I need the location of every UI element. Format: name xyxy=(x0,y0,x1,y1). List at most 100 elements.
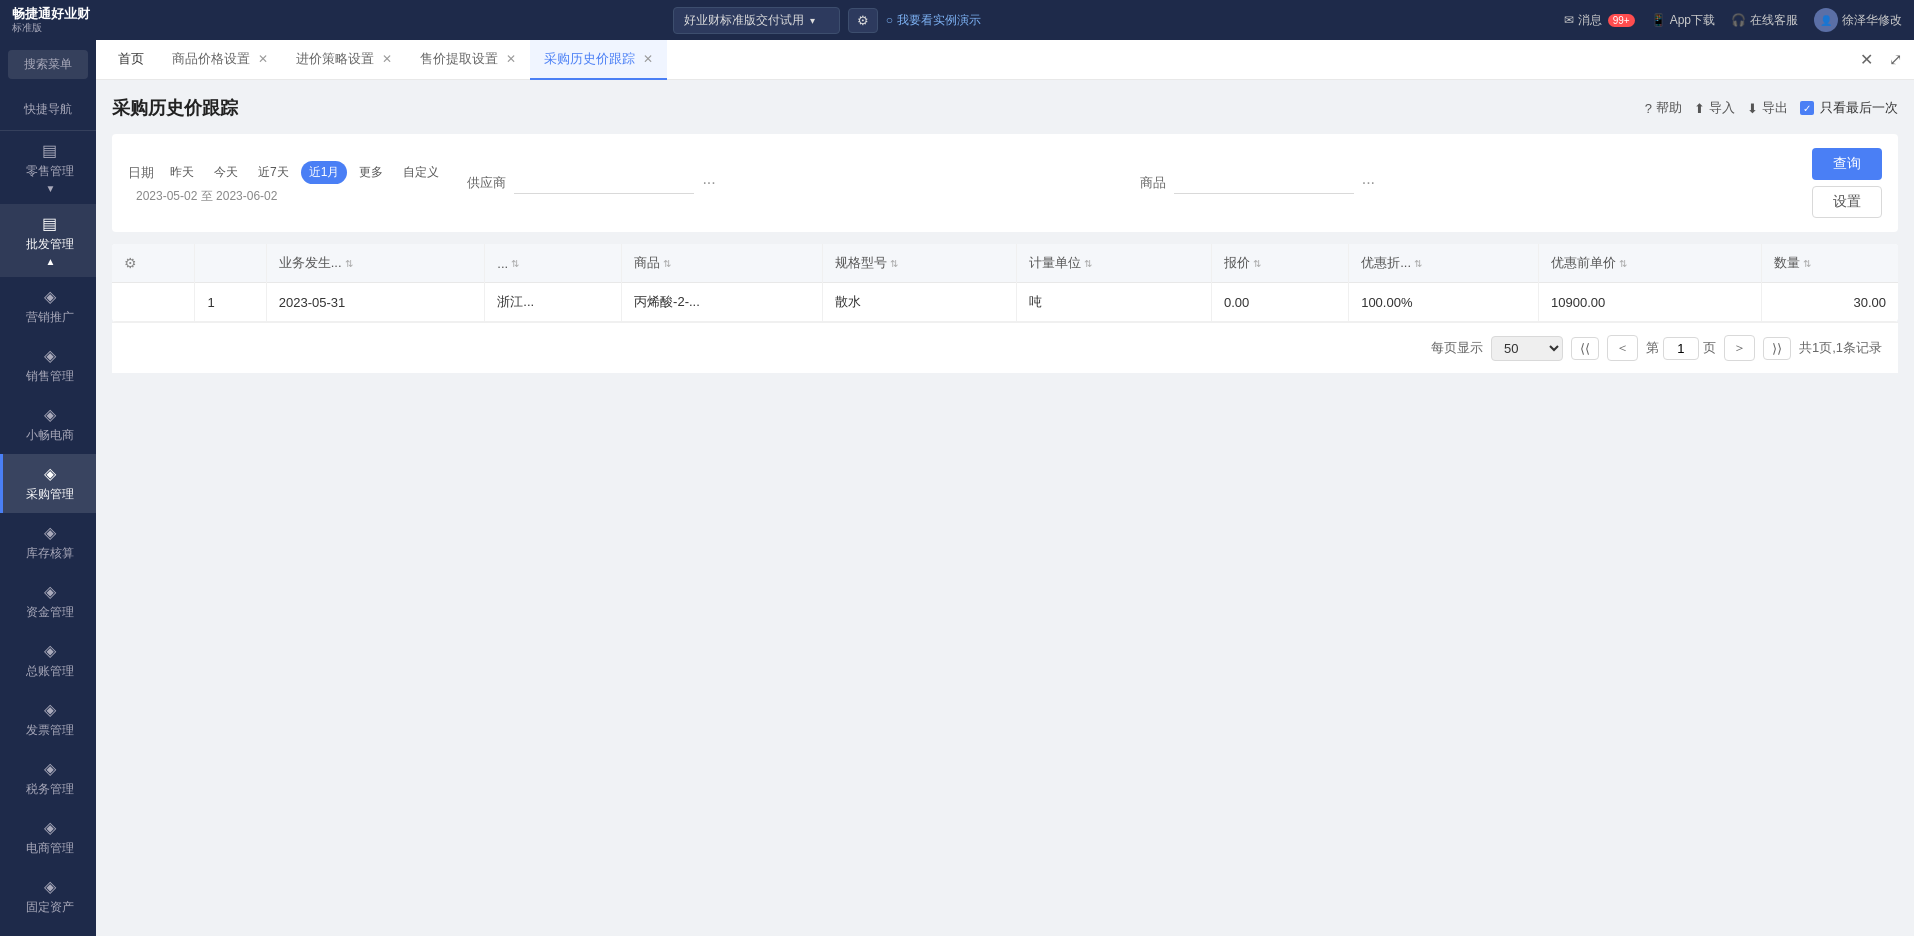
chevron-icon-retail: ▼ xyxy=(46,183,56,194)
sidebar-item-marketing[interactable]: ◈营销推广 xyxy=(0,277,96,336)
sidebar-item-label-purchase: 采购管理 xyxy=(26,486,74,503)
tab-home[interactable]: 首页 xyxy=(104,40,158,80)
sidebar-item-salary[interactable]: ◈工资 xyxy=(0,926,96,936)
close-tab-button[interactable]: ✕ xyxy=(1856,46,1877,73)
cell-biz-date-0: 2023-05-31 xyxy=(266,283,485,322)
user-name: 徐泽华修改 xyxy=(1842,12,1902,29)
export-button[interactable]: ⬇ 导出 xyxy=(1747,99,1788,117)
th-unit-label: 计量单位 xyxy=(1029,254,1081,272)
sort-pre-discount-price-icon[interactable]: ⇅ xyxy=(1619,258,1627,269)
column-gear-icon[interactable]: ⚙ xyxy=(124,255,137,271)
menu-icon-marketing: ◈ xyxy=(44,287,56,306)
sidebar-item-inventory[interactable]: ◈库存核算 xyxy=(0,513,96,572)
sidebar-item-retail[interactable]: ▤零售管理▼ xyxy=(0,131,96,204)
sort-unit-icon[interactable]: ⇅ xyxy=(1084,258,1092,269)
last-page-button[interactable]: ⟩⟩ xyxy=(1763,337,1791,360)
goods-more-icon[interactable]: ··· xyxy=(1362,174,1375,192)
date-option-今天[interactable]: 今天 xyxy=(206,161,246,184)
sort-biz-date-icon[interactable]: ⇅ xyxy=(345,258,353,269)
th-quantity: 数量 ⇅ xyxy=(1762,244,1898,283)
sort-goods-icon[interactable]: ⇅ xyxy=(663,258,671,269)
sidebar-item-tax[interactable]: ◈税务管理 xyxy=(0,749,96,808)
only-last-checkbox[interactable]: ✓ xyxy=(1800,101,1814,115)
sidebar-item-label-ecom-small: 小畅电商 xyxy=(26,427,74,444)
only-last-checkbox-label[interactable]: ✓ 只看最后一次 xyxy=(1800,99,1898,117)
table-header: ⚙ 业务发生... ⇅ ... ⇅ xyxy=(112,244,1898,283)
page-size-select[interactable]: 50 100 200 xyxy=(1491,336,1563,361)
avatar-icon: 👤 xyxy=(1820,15,1832,26)
sort-discount-icon[interactable]: ⇅ xyxy=(1414,258,1422,269)
query-button[interactable]: 查询 xyxy=(1812,148,1882,180)
sidebar-item-sales[interactable]: ◈销售管理 xyxy=(0,336,96,395)
date-option-近1月[interactable]: 近1月 xyxy=(301,161,348,184)
page-current-wrap: 第 页 xyxy=(1646,337,1716,360)
tab-label-home: 首页 xyxy=(118,50,144,68)
avatar: 👤 xyxy=(1814,8,1838,32)
next-page-button[interactable]: ＞ xyxy=(1724,335,1755,361)
tab-sale-price[interactable]: 售价提取设置✕ xyxy=(406,40,530,80)
th-quantity-label: 数量 xyxy=(1774,254,1800,272)
sidebar-item-invoice[interactable]: ◈发票管理 xyxy=(0,690,96,749)
menu-icon-finance: ◈ xyxy=(44,582,56,601)
messages-button[interactable]: ✉ 消息 99+ xyxy=(1564,12,1635,29)
date-option-近7天[interactable]: 近7天 xyxy=(250,161,297,184)
sidebar-item-wholesale[interactable]: ▤批发管理▲ xyxy=(0,204,96,277)
date-option-自定义[interactable]: 自定义 xyxy=(395,161,447,184)
supplier-filter-group: 供应商 ··· xyxy=(467,172,1119,194)
supplier-input[interactable] xyxy=(514,172,694,194)
sidebar-item-quick-nav[interactable]: 快捷导航 xyxy=(0,93,96,126)
date-option-昨天[interactable]: 昨天 xyxy=(162,161,202,184)
sort-spec-icon[interactable]: ⇅ xyxy=(890,258,898,269)
th-unit: 计量单位 ⇅ xyxy=(1017,244,1212,283)
edition-dropdown[interactable]: 好业财标准版交付试用 ▾ xyxy=(673,7,840,34)
th-biz-date-sort: 业务发生... ⇅ xyxy=(279,254,473,272)
messages-label: 消息 xyxy=(1578,12,1602,29)
sort-price-icon[interactable]: ⇅ xyxy=(1253,258,1261,269)
tab-close-sale-price[interactable]: ✕ xyxy=(506,52,516,66)
menu-icon-ecom: ◈ xyxy=(44,818,56,837)
sidebar-item-ledger[interactable]: ◈总账管理 xyxy=(0,631,96,690)
th-quantity-sort: 数量 ⇅ xyxy=(1774,254,1886,272)
tab-history-price[interactable]: 采购历史价跟踪✕ xyxy=(530,40,667,80)
headset-icon: 🎧 xyxy=(1731,13,1746,27)
sidebar-item-label-fixed-assets: 固定资产 xyxy=(26,899,74,916)
user-info[interactable]: 👤 徐泽华修改 xyxy=(1814,8,1902,32)
import-button[interactable]: ⬆ 导入 xyxy=(1694,99,1735,117)
filter-row: 日期 昨天今天近7天近1月更多自定义 2023-05-02 至 2023-06-… xyxy=(128,148,1882,218)
goods-input[interactable] xyxy=(1174,172,1354,194)
page-number-input[interactable] xyxy=(1663,337,1699,360)
sidebar-item-finance[interactable]: ◈资金管理 xyxy=(0,572,96,631)
data-table: ⚙ 业务发生... ⇅ ... ⇅ xyxy=(112,244,1898,322)
tab-label-strategy: 进价策略设置 xyxy=(296,50,374,68)
help-button[interactable]: ? 帮助 xyxy=(1645,99,1682,117)
table-row[interactable]: 1 2023-05-31 浙江... 丙烯酸-2-... 散水 吨 0.00 1… xyxy=(112,283,1898,322)
demo-link[interactable]: ○ 我要看实例演示 xyxy=(886,12,981,29)
sidebar-item-ecom-small[interactable]: ◈小畅电商 xyxy=(0,395,96,454)
sidebar-item-purchase[interactable]: ◈采购管理 xyxy=(0,454,96,513)
tab-close-price[interactable]: ✕ xyxy=(258,52,268,66)
sort-extra-icon[interactable]: ⇅ xyxy=(511,258,519,269)
tab-strategy[interactable]: 进价策略设置 ✕ xyxy=(282,40,406,80)
expand-tab-button[interactable]: ⤢ xyxy=(1885,46,1906,73)
sort-quantity-icon[interactable]: ⇅ xyxy=(1803,258,1811,269)
tab-price[interactable]: 商品价格设置✕ xyxy=(158,40,282,80)
date-option-更多[interactable]: 更多 xyxy=(351,161,391,184)
sidebar-item-label-sales: 销售管理 xyxy=(26,368,74,385)
first-page-button[interactable]: ⟨⟨ xyxy=(1571,337,1599,360)
online-service-button[interactable]: 🎧 在线客服 xyxy=(1731,12,1798,29)
sidebar-item-fixed-assets[interactable]: ◈固定资产 xyxy=(0,867,96,926)
tab-close-history-price[interactable]: ✕ xyxy=(643,52,653,66)
sidebar-item-label-invoice: 发票管理 xyxy=(26,722,74,739)
export-label: 导出 xyxy=(1762,99,1788,117)
sidebar-item-label-ledger: 总账管理 xyxy=(26,663,74,680)
sidebar-item-ecom[interactable]: ◈电商管理 xyxy=(0,808,96,867)
chevron-down-icon: ▾ xyxy=(810,15,815,26)
tab-close-strategy[interactable]: ✕ xyxy=(382,52,392,66)
online-service-label: 在线客服 xyxy=(1750,12,1798,29)
prev-page-button[interactable]: ＜ xyxy=(1607,335,1638,361)
search-menu-button[interactable]: 搜索菜单 xyxy=(8,50,88,79)
supplier-more-icon[interactable]: ··· xyxy=(702,174,715,192)
settings-icon[interactable]: ⚙ xyxy=(848,8,878,33)
setting-button[interactable]: 设置 xyxy=(1812,186,1882,218)
app-download-button[interactable]: 📱 App下载 xyxy=(1651,12,1715,29)
